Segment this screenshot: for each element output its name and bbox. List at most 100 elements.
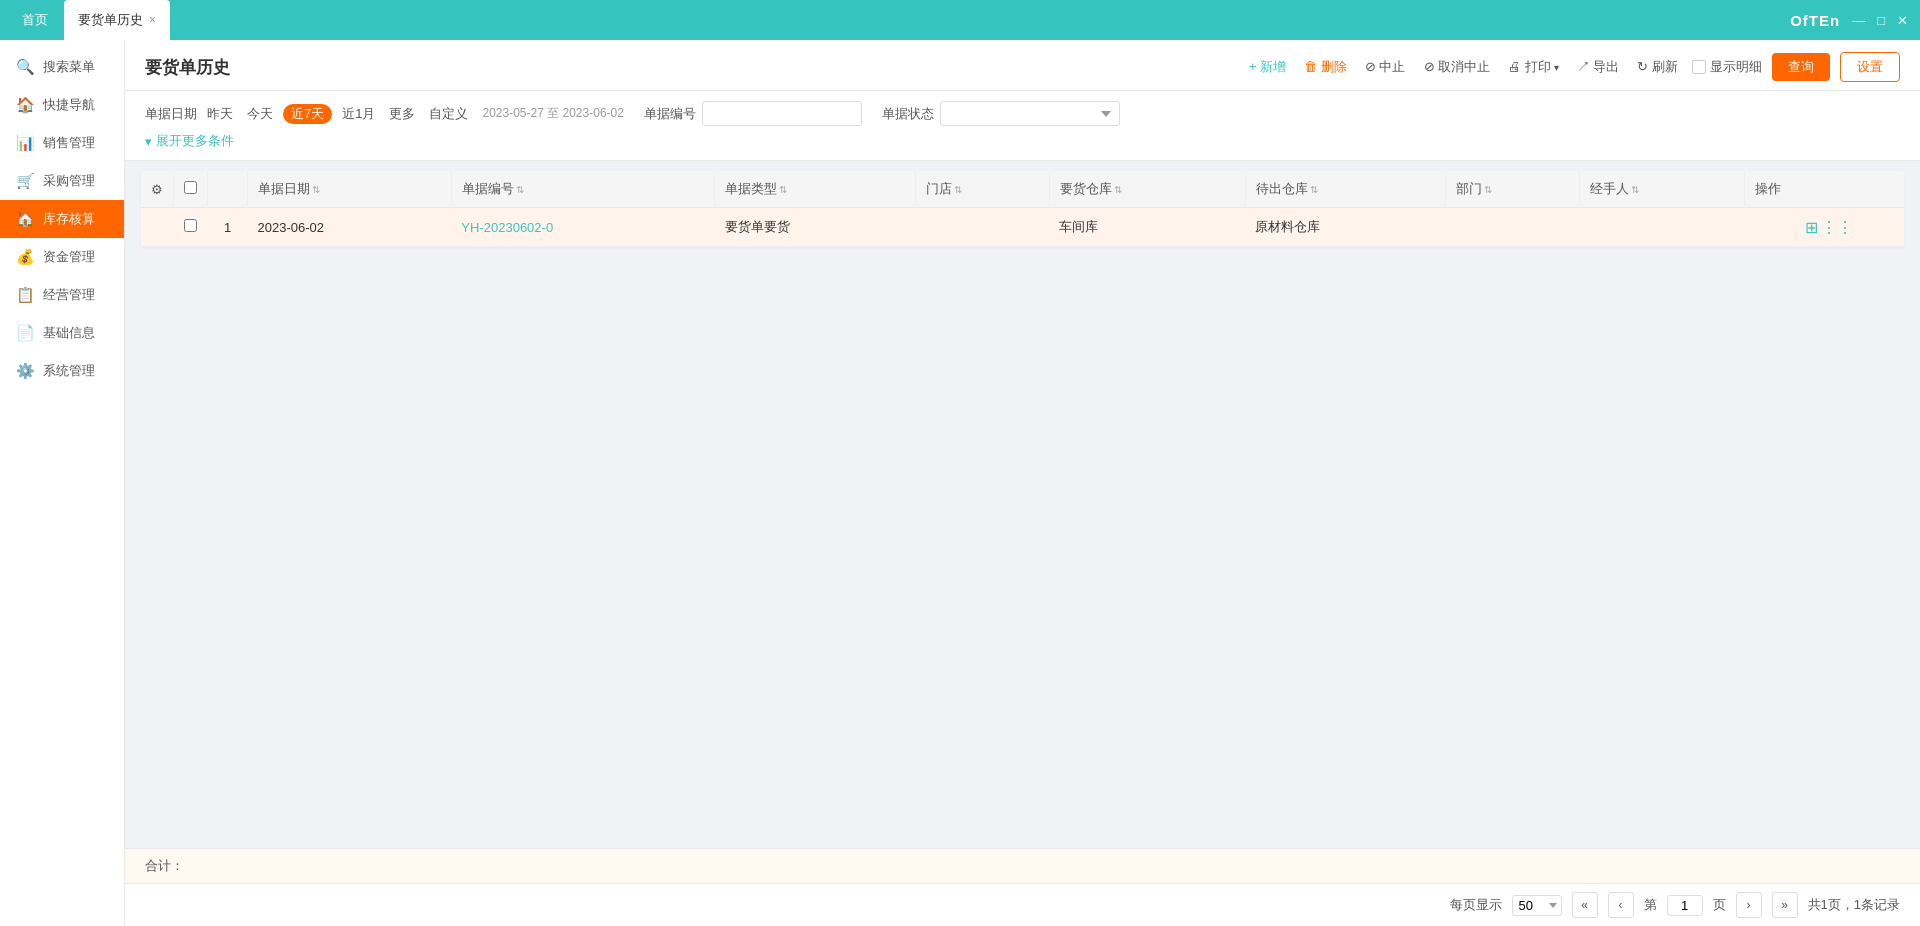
date-shortcut-custom[interactable]: 自定义	[425, 104, 472, 124]
sidebar-item-operations[interactable]: 📋 经营管理	[0, 276, 124, 314]
sidebar-item-sales[interactable]: 📊 销售管理	[0, 124, 124, 162]
date-filter-group: 单据日期 昨天 今天 近7天 近1月 更多 自定义 2023-05-27 至 2…	[145, 104, 624, 124]
topbar-right: OfTEn — □ ✕	[1790, 12, 1908, 29]
th-doc-no: 单据编号 ⇅	[451, 171, 714, 208]
th-handler: 经手人 ⇅	[1580, 171, 1745, 208]
query-button[interactable]: 查询	[1772, 53, 1830, 81]
date-shortcuts: 昨天 今天 近7天 近1月 更多 自定义	[203, 104, 472, 124]
filter-area: 单据日期 昨天 今天 近7天 近1月 更多 自定义 2023-05-27 至 2…	[125, 91, 1920, 161]
doc-no-link[interactable]: YH-20230602-0	[461, 220, 553, 235]
next-page-button[interactable]: ›	[1736, 892, 1762, 918]
first-page-button[interactable]: «	[1572, 892, 1598, 918]
row-checkbox[interactable]	[184, 219, 197, 232]
cancel-stop-button[interactable]: ⊘ 取消中止	[1420, 56, 1495, 78]
sidebar-item-label: 销售管理	[43, 134, 95, 152]
sidebar-item-label: 基础信息	[43, 324, 95, 342]
window-maximize-icon[interactable]: □	[1877, 13, 1885, 28]
sidebar-item-finance[interactable]: 💰 资金管理	[0, 238, 124, 276]
sidebar-item-search-menu[interactable]: 🔍 搜索菜单	[0, 48, 124, 86]
new-button[interactable]: + 新增	[1245, 56, 1290, 78]
page-label: 第	[1644, 896, 1657, 914]
sidebar-item-inventory[interactable]: 🏠 库存核算	[0, 200, 124, 238]
page-title: 要货单历史	[145, 56, 230, 79]
display-detail-toggle[interactable]: 显示明细	[1692, 58, 1762, 76]
td-department	[1445, 208, 1579, 247]
doc-status-label: 单据状态	[882, 105, 934, 123]
sidebar: 🔍 搜索菜单 🏠 快捷导航 📊 销售管理 🛒 采购管理 🏠 库存核算 💰 资金管…	[0, 40, 125, 926]
first-page-icon: «	[1581, 898, 1588, 912]
settings-button[interactable]: 设置	[1840, 52, 1900, 82]
last-page-button[interactable]: »	[1772, 892, 1798, 918]
sidebar-item-quick-nav[interactable]: 🏠 快捷导航	[0, 86, 124, 124]
sort-icon[interactable]: ⇅	[312, 184, 320, 195]
sidebar-item-purchase[interactable]: 🛒 采购管理	[0, 162, 124, 200]
current-page-input[interactable]	[1667, 895, 1703, 916]
chevron-down-icon: ▾	[145, 134, 152, 149]
sort-icon[interactable]: ⇅	[1310, 184, 1318, 195]
main-layout: 🔍 搜索菜单 🏠 快捷导航 📊 销售管理 🛒 采购管理 🏠 库存核算 💰 资金管…	[0, 40, 1920, 926]
date-shortcut-more[interactable]: 更多	[385, 104, 419, 124]
sidebar-item-label: 经营管理	[43, 286, 95, 304]
sort-icon[interactable]: ⇅	[1114, 184, 1122, 195]
gear-icon: ⚙️	[16, 362, 35, 380]
data-table: ⚙ 单据日期 ⇅	[141, 171, 1904, 247]
sort-icon[interactable]: ⇅	[1484, 184, 1492, 195]
operations-icon: 📋	[16, 286, 35, 304]
td-store	[915, 208, 1049, 247]
inventory-icon: 🏠	[16, 210, 35, 228]
th-store: 门店 ⇅	[915, 171, 1049, 208]
th-doc-type: 单据类型 ⇅	[715, 171, 915, 208]
sidebar-item-label: 搜索菜单	[43, 58, 95, 76]
edit-row-icon[interactable]: ⊞	[1800, 216, 1822, 238]
date-shortcut-last7days[interactable]: 近7天	[283, 104, 332, 124]
prev-page-button[interactable]: ‹	[1608, 892, 1634, 918]
doc-status-select[interactable]	[940, 101, 1120, 126]
stop-button[interactable]: ⊘ 中止	[1361, 56, 1410, 78]
window-close-icon[interactable]: ✕	[1897, 13, 1908, 28]
sort-icon[interactable]: ⇅	[1631, 184, 1639, 195]
doc-number-filter-group: 单据编号	[644, 101, 862, 126]
prev-page-icon: ‹	[1619, 898, 1623, 912]
page-size-select[interactable]: 20 50 100 200	[1512, 895, 1562, 916]
refresh-button[interactable]: ↻ 刷新	[1633, 56, 1682, 78]
delete-button[interactable]: 🗑 删除	[1300, 56, 1351, 78]
select-all-checkbox[interactable]	[184, 181, 197, 194]
td-req-warehouse: 车间库	[1049, 208, 1245, 247]
date-shortcut-last-month[interactable]: 近1月	[338, 104, 379, 124]
display-detail-checkbox[interactable]	[1692, 60, 1706, 74]
sidebar-item-basic-info[interactable]: 📄 基础信息	[0, 314, 124, 352]
document-icon: 📄	[16, 324, 35, 342]
tab-requisition-history[interactable]: 要货单历史 ×	[64, 0, 170, 40]
filter-row: 单据日期 昨天 今天 近7天 近1月 更多 自定义 2023-05-27 至 2…	[145, 101, 1900, 126]
next-page-icon: ›	[1747, 898, 1751, 912]
date-range-text: 2023-05-27 至 2023-06-02	[482, 105, 623, 122]
table-row: 1 2023-06-02 YH-20230602-0 要货单要货	[141, 208, 1904, 247]
sidebar-item-label: 采购管理	[43, 172, 95, 190]
close-tab-icon[interactable]: ×	[149, 13, 156, 27]
sort-icon[interactable]: ⇅	[516, 184, 524, 195]
page-size-label: 每页显示	[1450, 896, 1502, 914]
td-pending-warehouse: 原材料仓库	[1245, 208, 1445, 247]
window-minimize-icon[interactable]: —	[1852, 13, 1865, 28]
last-page-icon: »	[1781, 898, 1788, 912]
date-shortcut-today[interactable]: 今天	[243, 104, 277, 124]
sidebar-item-system[interactable]: ⚙️ 系统管理	[0, 352, 124, 390]
date-shortcut-yesterday[interactable]: 昨天	[203, 104, 237, 124]
more-row-icon[interactable]: ⋮⋮	[1826, 216, 1848, 238]
td-gear	[141, 208, 174, 247]
table-settings-icon[interactable]: ⚙	[151, 182, 163, 197]
th-num	[208, 171, 248, 208]
sort-icon[interactable]: ⇅	[779, 184, 787, 195]
th-pending-warehouse: 待出仓库 ⇅	[1245, 171, 1445, 208]
sort-icon[interactable]: ⇅	[954, 184, 962, 195]
th-date: 单据日期 ⇅	[248, 171, 452, 208]
export-button[interactable]: ↗ 导出	[1573, 56, 1624, 78]
th-req-warehouse: 要货仓库 ⇅	[1049, 171, 1245, 208]
td-ops: ⊞ ⋮⋮	[1745, 208, 1904, 247]
doc-number-input[interactable]	[702, 101, 862, 126]
content-area: 要货单历史 + 新增 🗑 删除 ⊘ 中止 ⊘ 取消中止 🖨 打印 ▾ ↗ 导出 …	[125, 40, 1920, 926]
print-button[interactable]: 🖨 打印 ▾	[1504, 56, 1563, 78]
th-checkbox	[174, 171, 208, 208]
expand-more-button[interactable]: ▾ 展开更多条件	[145, 132, 1900, 150]
tab-home[interactable]: 首页	[8, 0, 62, 40]
